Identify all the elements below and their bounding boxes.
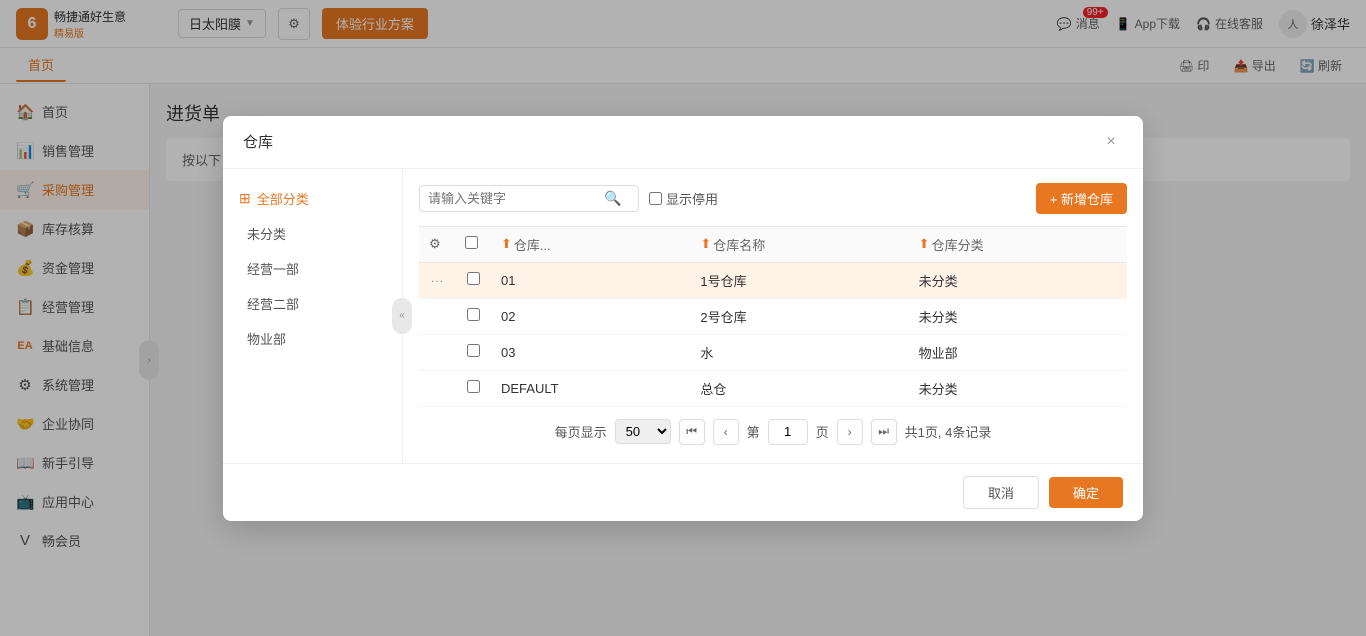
row-checkbox[interactable]	[467, 380, 480, 393]
table-row[interactable]: DEFAULT 总仓 未分类	[419, 370, 1127, 406]
category-item-dept1[interactable]: 经营一部	[223, 251, 402, 286]
settings-icon: ⚙	[429, 236, 441, 251]
category-item-property[interactable]: 物业部	[223, 321, 402, 356]
table-area: 🔍 显示停用 + 新增仓库 ⚙	[403, 169, 1143, 463]
th-name[interactable]: ⬆ 仓库名称	[690, 226, 908, 262]
new-warehouse-button[interactable]: + 新增仓库	[1036, 183, 1127, 214]
search-input[interactable]	[428, 191, 598, 206]
table-body: ··· 01 1号仓库 未分类 02 2号仓库 未分类	[419, 262, 1127, 406]
table-row[interactable]: ··· 01 1号仓库 未分类	[419, 262, 1127, 298]
all-categories-item[interactable]: ⊞ 全部分类	[223, 181, 402, 216]
th-code[interactable]: ⬆ 仓库...	[491, 226, 690, 262]
warehouse-modal: 仓库 × ⊞ 全部分类 未分类 经营一部 经营二部 物业部 «	[223, 116, 1143, 521]
show-disabled-checkbox[interactable]: 显示停用	[649, 189, 718, 208]
table-toolbar: 🔍 显示停用 + 新增仓库	[419, 183, 1127, 214]
show-disabled-toggle[interactable]	[649, 192, 662, 205]
th-category[interactable]: ⬆ 仓库分类	[909, 226, 1127, 262]
table-row[interactable]: 03 水 物业部	[419, 334, 1127, 370]
row-checkbox[interactable]	[467, 344, 480, 357]
sort-icon: ⬆	[501, 236, 512, 252]
modal-footer: 取消 确定	[223, 463, 1143, 521]
category-item-unclassified[interactable]: 未分类	[223, 216, 402, 251]
sort-icon: ⬆	[700, 236, 711, 252]
row-checkbox[interactable]	[467, 272, 480, 285]
row-checkbox[interactable]	[467, 308, 480, 321]
table-header: ⚙ ⬆ 仓库...	[419, 226, 1127, 262]
prev-page-button[interactable]: ‹	[713, 419, 739, 445]
per-page-select[interactable]: 50 20 100	[615, 419, 671, 444]
th-checkbox	[455, 226, 491, 262]
grid-icon: ⊞	[239, 190, 251, 207]
th-settings: ⚙	[419, 226, 455, 262]
modal-header: 仓库 ×	[223, 116, 1143, 169]
modal-title: 仓库	[243, 131, 273, 152]
search-box: 🔍	[419, 185, 639, 212]
pagination: 每页显示 50 20 100 ⏮ ‹ 第 页 › ⏭ 共1页, 4条记录	[419, 407, 1127, 449]
modal-body: ⊞ 全部分类 未分类 经营一部 经营二部 物业部 « 🔍	[223, 169, 1143, 463]
sort-icon: ⬆	[919, 236, 930, 252]
category-sidebar: ⊞ 全部分类 未分类 经营一部 经营二部 物业部 «	[223, 169, 403, 463]
first-page-button[interactable]: ⏮	[679, 419, 705, 445]
last-page-button[interactable]: ⏭	[871, 419, 897, 445]
warehouse-table: ⚙ ⬆ 仓库...	[419, 226, 1127, 407]
select-all-checkbox[interactable]	[465, 236, 478, 249]
page-number-input[interactable]	[768, 419, 808, 445]
modal-overlay: 仓库 × ⊞ 全部分类 未分类 经营一部 经营二部 物业部 «	[0, 0, 1366, 636]
modal-close-button[interactable]: ×	[1099, 130, 1123, 154]
search-icon: 🔍	[604, 190, 621, 207]
collapse-sidebar-button[interactable]: «	[392, 298, 412, 334]
cancel-button[interactable]: 取消	[963, 476, 1039, 509]
confirm-button[interactable]: 确定	[1049, 477, 1123, 508]
next-page-button[interactable]: ›	[837, 419, 863, 445]
category-item-dept2[interactable]: 经营二部	[223, 286, 402, 321]
table-row[interactable]: 02 2号仓库 未分类	[419, 298, 1127, 334]
